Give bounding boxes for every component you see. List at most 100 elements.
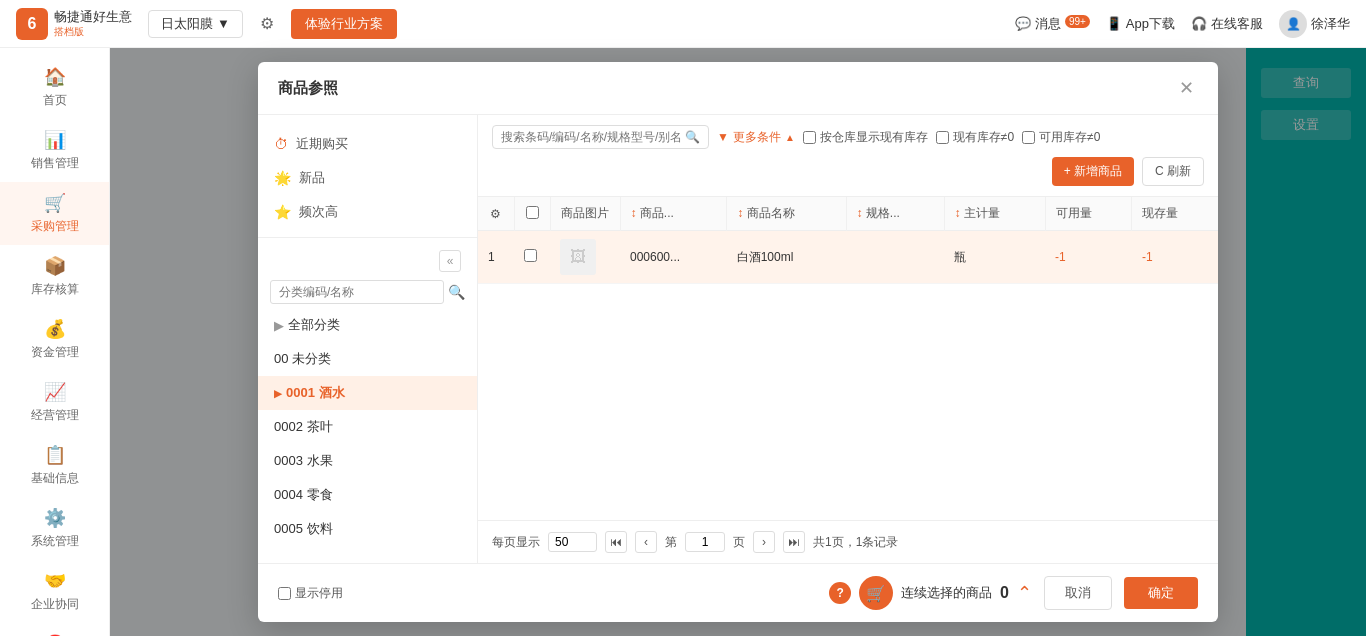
- total-info: 共1页，1条记录: [813, 534, 898, 551]
- show-disabled-checkbox[interactable]: [278, 587, 291, 600]
- product-thumb: 🖼: [560, 239, 596, 275]
- sidebar-item-enterprise[interactable]: 🤝 企业协同: [0, 560, 109, 623]
- content-area: 查询 设置 商品参照 ✕ ⏱: [110, 48, 1366, 636]
- sidebar-item-finance[interactable]: 💰 资金管理: [0, 308, 109, 371]
- page-label: 第: [665, 534, 677, 551]
- sidebar-item-system[interactable]: ⚙️ 系统管理: [0, 497, 109, 560]
- category-search-input[interactable]: [270, 280, 444, 304]
- inventory-icon: 📦: [44, 255, 66, 277]
- sidebar-item-home[interactable]: 🏠 首页: [0, 56, 109, 119]
- cart-icon[interactable]: 🛒: [859, 576, 893, 610]
- table-row[interactable]: 1 🖼: [478, 231, 1218, 284]
- cell-checkbox: [514, 231, 550, 284]
- toolbar-right: + 新增商品 C 刷新: [1052, 157, 1204, 186]
- select-all-checkbox[interactable]: [526, 206, 539, 219]
- cancel-button[interactable]: 取消: [1044, 576, 1112, 610]
- modal-left-panel: ⏱ 近期购买 🌟 新品 ⭐ 频次高: [258, 115, 478, 563]
- modal-backdrop: 商品参照 ✕ ⏱ 近期购买 🌟: [110, 48, 1366, 636]
- modal-footer: 显示停用 ? 🛒 连续选择的商品 0 ⌃ 取消 确定: [258, 563, 1218, 622]
- home-icon: 🏠: [44, 66, 66, 88]
- modal-toolbar: 🔍 ▼ 更多条件 ▲ 按仓库显示现有库存: [478, 115, 1218, 197]
- sort-spec-icon: ↕: [857, 206, 863, 220]
- tab-recent-purchase[interactable]: ⏱ 近期购买: [258, 127, 477, 161]
- nav-right: 💬 消息 99+ 📱 App下载 🎧 在线客服 👤 徐泽华: [1015, 10, 1350, 38]
- add-product-button[interactable]: + 新增商品: [1052, 157, 1134, 186]
- cart-expand-icon[interactable]: ⌃: [1017, 582, 1032, 604]
- category-water[interactable]: 0008 水: [258, 546, 477, 551]
- checkbox-stock-not-zero-input[interactable]: [936, 131, 949, 144]
- category-tea[interactable]: 0002 茶叶: [258, 410, 477, 444]
- checkbox-available-not-zero[interactable]: 可用库存≠0: [1022, 129, 1100, 146]
- nav-user[interactable]: 👤 徐泽华: [1279, 10, 1350, 38]
- row-checkbox[interactable]: [524, 249, 537, 262]
- category-liquor[interactable]: ▶ 0001 酒水: [258, 376, 477, 410]
- category-fruit[interactable]: 0003 水果: [258, 444, 477, 478]
- refresh-button[interactable]: C 刷新: [1142, 157, 1204, 186]
- basics-icon: 📋: [44, 444, 66, 466]
- page-number-input[interactable]: [685, 532, 725, 552]
- sort-icon: ↕: [631, 206, 637, 220]
- nav-online-service[interactable]: 🎧 在线客服: [1191, 15, 1263, 33]
- tab-new-products[interactable]: 🌟 新品: [258, 161, 477, 195]
- product-search-input[interactable]: [501, 130, 681, 144]
- active-arrow-icon: ▶: [274, 388, 282, 399]
- sidebar-item-guide[interactable]: 🎯 新手引导: [0, 623, 109, 636]
- clock-icon: ⏱: [274, 136, 288, 152]
- cell-num: 1: [478, 231, 514, 284]
- modal-header: 商品参照 ✕: [258, 62, 1218, 115]
- cell-code: 000600...: [620, 231, 727, 284]
- modal-right-panel: 🔍 ▼ 更多条件 ▲ 按仓库显示现有库存: [478, 115, 1218, 563]
- product-search-box[interactable]: 🔍: [492, 125, 709, 149]
- category-search-icon[interactable]: 🔍: [448, 284, 465, 300]
- star-icon: ⭐: [274, 204, 291, 220]
- th-settings: ⚙: [478, 197, 514, 231]
- product-search-icon[interactable]: 🔍: [685, 130, 700, 144]
- gear-icon[interactable]: ⚙: [251, 8, 283, 40]
- sidebar-item-purchase[interactable]: 🛒 采购管理: [0, 182, 109, 245]
- sidebar-item-sales[interactable]: 📊 销售管理: [0, 119, 109, 182]
- nav-app-download[interactable]: 📱 App下载: [1106, 15, 1175, 33]
- mobile-icon: 📱: [1106, 16, 1122, 31]
- sales-icon: 📊: [44, 129, 66, 151]
- operations-icon: 📈: [44, 381, 66, 403]
- sidebar-item-operations[interactable]: 📈 经营管理: [0, 371, 109, 434]
- checkbox-available-not-zero-input[interactable]: [1022, 131, 1035, 144]
- top-nav: 6 畅捷通好生意 搭档版 日太阳膜 ▼ ⚙ 体验行业方案 💬 消息 99+ 📱 …: [0, 0, 1366, 48]
- filter-icon: ▼: [717, 130, 729, 144]
- sidebar-item-inventory[interactable]: 📦 库存核算: [0, 245, 109, 308]
- page-end-label: 页: [733, 534, 745, 551]
- headset-icon: 🎧: [1191, 16, 1207, 31]
- last-page-button[interactable]: ⏭: [783, 531, 805, 553]
- system-icon: ⚙️: [44, 507, 66, 529]
- purchase-icon: 🛒: [44, 192, 66, 214]
- sidebar-item-basics[interactable]: 📋 基础信息: [0, 434, 109, 497]
- confirm-button[interactable]: 确定: [1124, 577, 1198, 609]
- category-uncategorized[interactable]: 00 未分类: [258, 342, 477, 376]
- category-snacks[interactable]: 0004 零食: [258, 478, 477, 512]
- filter-button[interactable]: ▼ 更多条件 ▲: [717, 129, 795, 146]
- store-selector[interactable]: 日太阳膜 ▼: [148, 10, 243, 38]
- collapse-button[interactable]: «: [439, 250, 461, 272]
- checkbox-stock-by-warehouse[interactable]: 按仓库显示现有库存: [803, 129, 928, 146]
- modal-body: ⏱ 近期购买 🌟 新品 ⭐ 频次高: [258, 115, 1218, 563]
- cell-stock: -1: [1132, 231, 1218, 284]
- th-spec: ↕ 规格...: [846, 197, 944, 231]
- checkbox-stock-not-zero[interactable]: 现有库存≠0: [936, 129, 1014, 146]
- category-drinks[interactable]: 0005 饮料: [258, 512, 477, 546]
- th-product-code: ↕ 商品...: [620, 197, 727, 231]
- experience-button[interactable]: 体验行业方案: [291, 9, 397, 39]
- page-size-select[interactable]: 50100200: [548, 532, 597, 552]
- cell-name: 白酒100ml: [727, 231, 846, 284]
- checkbox-stock-by-warehouse-input[interactable]: [803, 131, 816, 144]
- prev-page-button[interactable]: ‹: [635, 531, 657, 553]
- next-page-button[interactable]: ›: [753, 531, 775, 553]
- close-button[interactable]: ✕: [1174, 76, 1198, 100]
- tab-frequent[interactable]: ⭐ 频次高: [258, 195, 477, 229]
- nav-message[interactable]: 💬 消息 99+: [1015, 15, 1090, 33]
- cart-count: 0: [1000, 584, 1009, 602]
- help-icon[interactable]: ?: [829, 582, 851, 604]
- show-disabled-label[interactable]: 显示停用: [278, 585, 343, 602]
- first-page-button[interactable]: ⏮: [605, 531, 627, 553]
- category-all[interactable]: ▶ 全部分类: [258, 308, 477, 342]
- cell-unit: 瓶: [944, 231, 1045, 284]
